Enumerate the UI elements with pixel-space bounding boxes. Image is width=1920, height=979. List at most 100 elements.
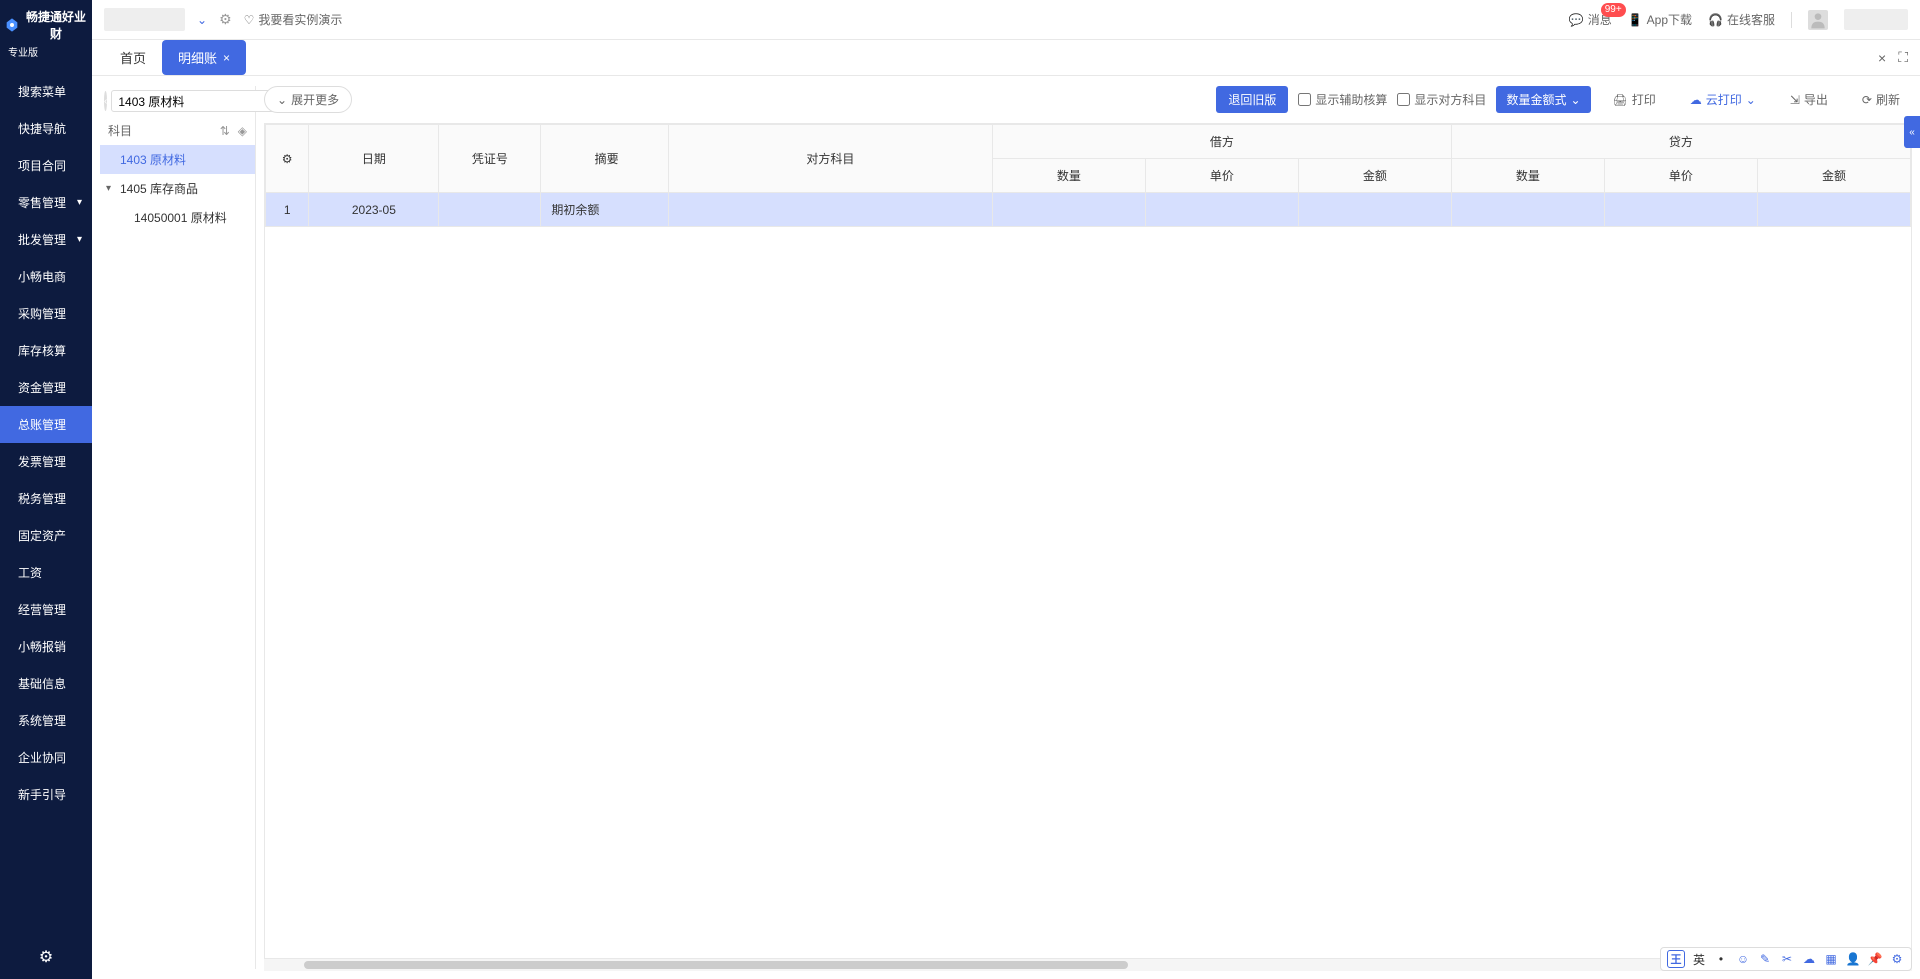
org-settings-gear-icon[interactable]: ⚙: [219, 11, 232, 28]
table-cell: [1604, 193, 1757, 227]
table-cell: [1451, 193, 1604, 227]
subject-filter-icon[interactable]: ◈: [238, 124, 247, 138]
close-all-icon[interactable]: ×: [1878, 50, 1886, 66]
tree-item-label: 14050001 原材料: [134, 209, 227, 226]
sidebar-item-19[interactable]: 新手引导: [0, 776, 92, 813]
side-collapse-button[interactable]: «: [1904, 116, 1920, 148]
demo-link[interactable]: ♡ 我要看实例演示: [244, 11, 343, 28]
sidebar-item-10[interactable]: 发票管理: [0, 443, 92, 480]
sidebar-settings-gear-icon[interactable]: ⚙: [0, 947, 92, 967]
taskbar-icon-emoji[interactable]: ☺: [1735, 951, 1751, 967]
sidebar-item-18[interactable]: 企业协同: [0, 739, 92, 776]
table-wrapper: ⚙ 日期 凭证号 摘要 对方科目 借方 贷方 数量 单价 金额 数量: [264, 123, 1912, 959]
cloud-print-label: 云打印: [1706, 91, 1742, 108]
tab-close-icon[interactable]: ×: [223, 51, 230, 65]
table-cell: 期初余额: [541, 193, 669, 227]
sidebar-item-7[interactable]: 库存核算: [0, 332, 92, 369]
sidebar-item-14[interactable]: 经营管理: [0, 591, 92, 628]
tab-home[interactable]: 首页: [104, 40, 162, 75]
print-button[interactable]: 🖨 打印: [1601, 86, 1668, 113]
taskbar-icon-user[interactable]: 👤: [1845, 951, 1861, 967]
refresh-button[interactable]: ⟳ 刷新: [1850, 86, 1912, 113]
sidebar-item-label: 企业协同: [18, 749, 66, 766]
show-aux-checkbox-input[interactable]: [1298, 93, 1311, 106]
subject-sort-icon[interactable]: ⇅: [220, 124, 230, 138]
header-voucher: 凭证号: [439, 125, 541, 193]
taskbar-icon-scissors[interactable]: ✂: [1779, 951, 1795, 967]
phone-icon: 📱: [1628, 13, 1643, 27]
sidebar-item-6[interactable]: 采购管理: [0, 295, 92, 332]
subject-search-input[interactable]: [111, 90, 280, 112]
headset-icon: 🎧: [1708, 13, 1723, 27]
sidebar-item-1[interactable]: 快捷导航: [0, 110, 92, 147]
messages-button[interactable]: 💬 消息 99+: [1569, 11, 1612, 28]
header-summary: 摘要: [541, 125, 669, 193]
export-button[interactable]: ⇲ 导出: [1778, 86, 1840, 113]
sidebar-item-15[interactable]: 小畅报销: [0, 628, 92, 665]
taskbar-icon-wang[interactable]: 王: [1667, 950, 1685, 968]
subject-header-label: 科目: [108, 122, 132, 139]
sidebar-item-8[interactable]: 资金管理: [0, 369, 92, 406]
tree-item-1[interactable]: ▾ 1405 库存商品: [100, 174, 255, 203]
sidebar-item-4[interactable]: 批发管理▾: [0, 221, 92, 258]
tree-item-label: 1405 库存商品: [120, 180, 198, 197]
subject-prev-button[interactable]: ‹: [104, 91, 107, 111]
app-download-button[interactable]: 📱 App下载: [1628, 11, 1692, 28]
table-row[interactable]: 12023-05期初余额: [266, 193, 1911, 227]
header-opposite: 对方科目: [668, 125, 992, 193]
sidebar-item-3[interactable]: 零售管理▾: [0, 184, 92, 221]
tree-item-label: 1403 原材料: [120, 151, 186, 168]
table-settings-header[interactable]: ⚙: [266, 125, 309, 193]
expand-more-label: 展开更多: [291, 91, 339, 108]
tree-item-2[interactable]: 14050001 原材料: [100, 203, 255, 232]
sidebar-item-11[interactable]: 税务管理: [0, 480, 92, 517]
sidebar-item-label: 小畅电商: [18, 268, 66, 285]
tab-detail-ledger-label: 明细账: [178, 48, 217, 67]
expand-more-button[interactable]: ⌄ 展开更多: [264, 86, 352, 113]
taskbar-icon-grid[interactable]: ▦: [1823, 951, 1839, 967]
tree-item-0[interactable]: 1403 原材料: [100, 145, 255, 174]
org-dropdown-caret-icon[interactable]: ⌄: [197, 13, 207, 27]
taskbar-icon-ime[interactable]: 英: [1691, 951, 1707, 967]
table-cell: [1145, 193, 1298, 227]
scroll-thumb[interactable]: [304, 961, 1128, 969]
print-label: 打印: [1632, 91, 1656, 108]
show-aux-checkbox[interactable]: 显示辅助核算: [1298, 91, 1387, 108]
cloud-print-button[interactable]: ☁ 云打印 ⌄: [1678, 86, 1768, 113]
tab-detail-ledger[interactable]: 明细账 ×: [162, 40, 246, 75]
sidebar-item-label: 总账管理: [18, 416, 66, 433]
sidebar-item-0[interactable]: 搜索菜单: [0, 73, 92, 110]
sidebar-item-5[interactable]: 小畅电商: [0, 258, 92, 295]
show-opposite-checkbox[interactable]: 显示对方科目: [1397, 91, 1486, 108]
header-debit-price: 单价: [1145, 159, 1298, 193]
sidebar-item-label: 采购管理: [18, 305, 66, 322]
sidebar-item-13[interactable]: 工资: [0, 554, 92, 591]
taskbar-icon-gear[interactable]: ⚙: [1889, 951, 1905, 967]
header-debit-qty: 数量: [992, 159, 1145, 193]
taskbar-icon-edit[interactable]: ✎: [1757, 951, 1773, 967]
top-header: ⌄ ⚙ ♡ 我要看实例演示 💬 消息 99+ 📱 App下载 🎧 在线客服: [92, 0, 1920, 40]
logo-brand: 畅捷通好业财: [24, 8, 88, 42]
app-download-label: App下载: [1647, 11, 1692, 28]
return-old-button[interactable]: 退回旧版: [1216, 86, 1288, 113]
taskbar-icon-cloud[interactable]: ☁: [1801, 951, 1817, 967]
sidebar-item-9[interactable]: 总账管理: [0, 406, 92, 443]
qty-amount-mode-dropdown[interactable]: 数量金额式 ⌄: [1496, 86, 1590, 113]
sidebar-item-2[interactable]: 项目合同: [0, 147, 92, 184]
table-cell: 2023-05: [309, 193, 439, 227]
fullscreen-icon[interactable]: ⛶: [1898, 49, 1908, 66]
taskbar-icon-dot[interactable]: •: [1713, 951, 1729, 967]
sidebar-item-17[interactable]: 系统管理: [0, 702, 92, 739]
online-service-button[interactable]: 🎧 在线客服: [1708, 11, 1775, 28]
table-cell: [1298, 193, 1451, 227]
sidebar-item-12[interactable]: 固定资产: [0, 517, 92, 554]
header-date: 日期: [309, 125, 439, 193]
sidebar-item-label: 快捷导航: [18, 120, 66, 137]
sidebar-item-label: 搜索菜单: [18, 83, 66, 100]
tree-expander-icon[interactable]: ▾: [106, 183, 111, 194]
show-opposite-checkbox-input[interactable]: [1397, 93, 1410, 106]
user-name-placeholder[interactable]: [1844, 9, 1908, 30]
avatar[interactable]: [1808, 10, 1828, 30]
taskbar-icon-pin[interactable]: 📌: [1867, 951, 1883, 967]
sidebar-item-16[interactable]: 基础信息: [0, 665, 92, 702]
